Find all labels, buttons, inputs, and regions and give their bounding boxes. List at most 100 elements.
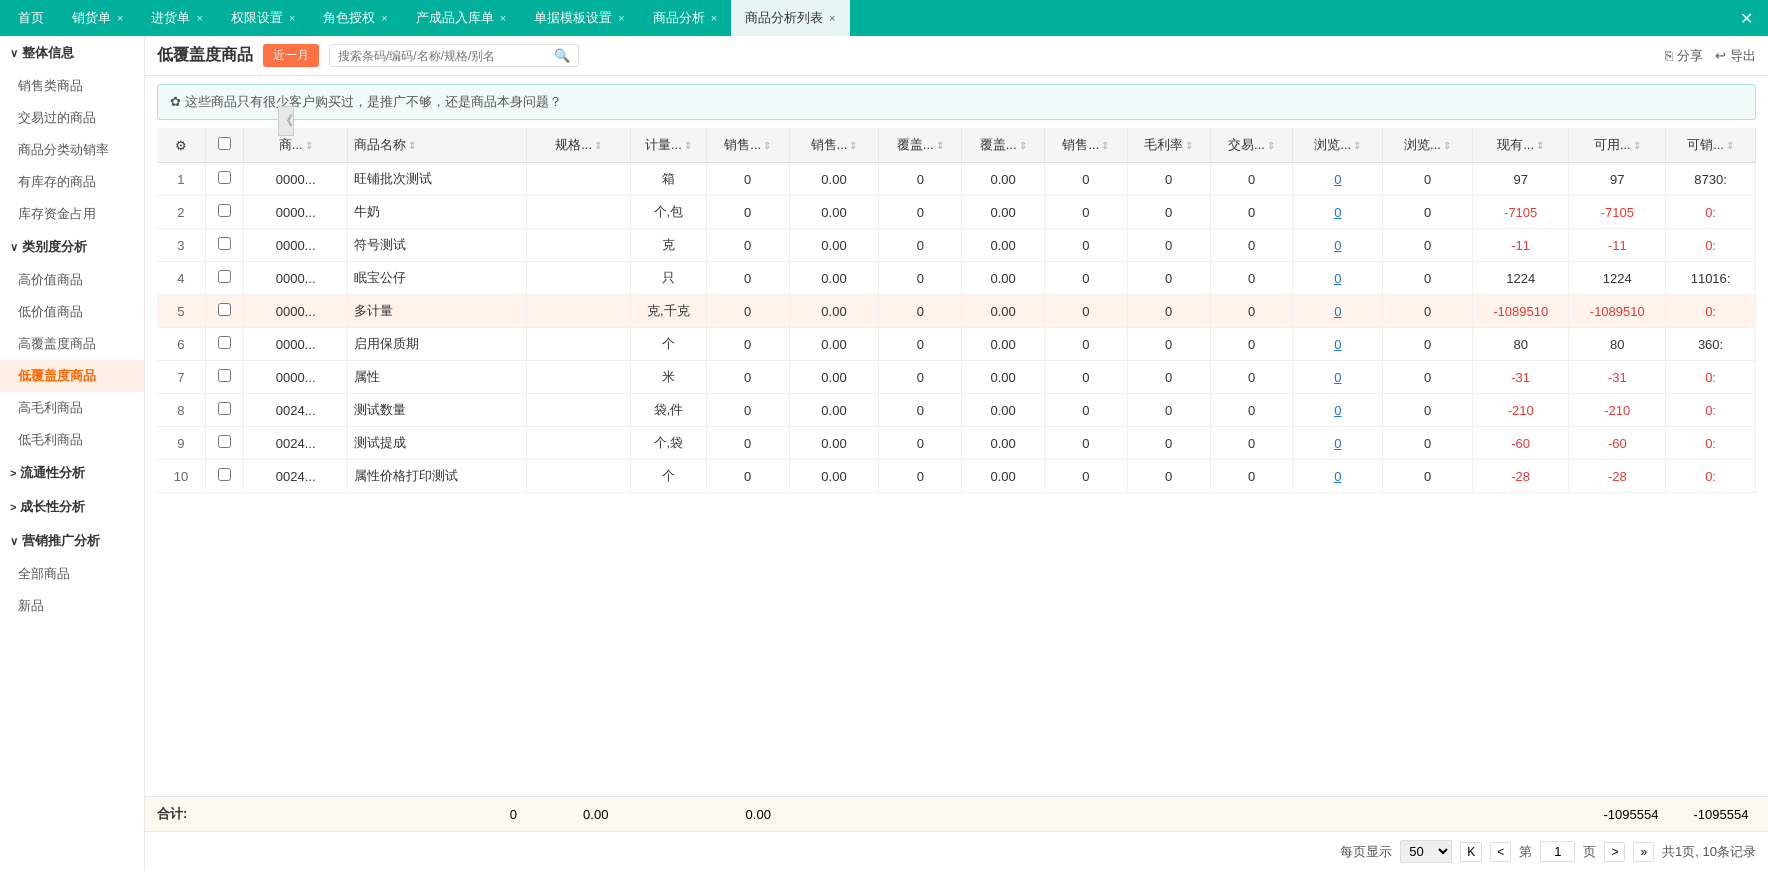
row-browse1[interactable]: 0 — [1293, 196, 1383, 229]
nav-purchase-order[interactable]: 进货单 × — [137, 0, 216, 36]
row-checkbox[interactable] — [205, 328, 244, 361]
sidebar-item-high-value[interactable]: 高价值商品 — [0, 264, 144, 296]
row-browse1[interactable]: 0 — [1293, 229, 1383, 262]
nav-close-template-settings[interactable]: × — [618, 12, 624, 24]
nav-template-settings[interactable]: 单据模板设置 × — [520, 0, 638, 36]
page-label-after: 页 — [1583, 843, 1596, 861]
col-name-header[interactable]: 商品名称⇕ — [347, 128, 526, 163]
sidebar-item-high-coverage[interactable]: 高覆盖度商品 — [0, 328, 144, 360]
sidebar-item-all-goods[interactable]: 全部商品 — [0, 558, 144, 590]
col-browse2-header[interactable]: 浏览...⇕ — [1383, 128, 1473, 163]
sidebar-item-low-coverage[interactable]: 低覆盖度商品 — [0, 360, 144, 392]
footer-stock1: -1095554 — [1596, 807, 1666, 822]
page-number-input[interactable] — [1540, 841, 1575, 862]
row-checkbox[interactable] — [205, 460, 244, 493]
sidebar-item-low-margin[interactable]: 低毛利商品 — [0, 424, 144, 456]
col-sales-day-header[interactable]: 销售...⇕ — [1044, 128, 1127, 163]
nav-product-analysis-list[interactable]: 商品分析列表 × — [731, 0, 849, 36]
per-page-select[interactable]: 50 10 20 100 — [1400, 840, 1452, 863]
select-all-checkbox[interactable] — [218, 137, 231, 150]
col-stock1-header[interactable]: 现有...⇕ — [1472, 128, 1569, 163]
row-browse1[interactable]: 0 — [1293, 262, 1383, 295]
row-gross-margin: 0 — [1127, 361, 1210, 394]
col-trade-header[interactable]: 交易...⇕ — [1210, 128, 1293, 163]
row-checkbox[interactable] — [205, 427, 244, 460]
row-browse1[interactable]: 0 — [1293, 163, 1383, 196]
col-settings[interactable]: ⚙ — [157, 128, 205, 163]
sidebar-section-marketing[interactable]: ∨ 营销推广分析 — [0, 524, 144, 558]
nav-close-product-analysis-list[interactable]: × — [829, 12, 835, 24]
row-sales-day: 0 — [1044, 427, 1127, 460]
col-cov-cust-header[interactable]: 覆盖...⇕ — [879, 128, 962, 163]
row-sales-day: 0 — [1044, 460, 1127, 493]
search-input[interactable] — [338, 49, 554, 63]
row-checkbox[interactable] — [205, 295, 244, 328]
row-browse2: 0 — [1383, 427, 1473, 460]
row-checkbox[interactable] — [205, 262, 244, 295]
col-gross-header[interactable]: 毛利率⇕ — [1127, 128, 1210, 163]
sidebar-item-inventory-fund[interactable]: 库存资金占用 — [0, 198, 144, 230]
sidebar-section-category[interactable]: ∨ 类别度分析 — [0, 230, 144, 264]
col-avail-header[interactable]: 可用...⇕ — [1569, 128, 1666, 163]
per-page-label: 每页显示 — [1340, 843, 1392, 861]
nav-close-purchase-order[interactable]: × — [196, 12, 202, 24]
row-gross-margin: 0 — [1127, 295, 1210, 328]
nav-close-product-analysis[interactable]: × — [711, 12, 717, 24]
row-browse1[interactable]: 0 — [1293, 394, 1383, 427]
col-browse1-header[interactable]: 浏览...⇕ — [1293, 128, 1383, 163]
row-browse1[interactable]: 0 — [1293, 361, 1383, 394]
row-browse1[interactable]: 0 — [1293, 295, 1383, 328]
row-checkbox[interactable] — [205, 361, 244, 394]
row-checkbox[interactable] — [205, 196, 244, 229]
sidebar-item-stocked-goods[interactable]: 有库存的商品 — [0, 166, 144, 198]
row-browse1[interactable]: 0 — [1293, 328, 1383, 361]
nav-close-product-storage[interactable]: × — [500, 12, 506, 24]
time-filter-button[interactable]: 近一月 — [263, 44, 319, 67]
last-page-button[interactable]: » — [1633, 842, 1654, 862]
col-cov-rate-header[interactable]: 覆盖...⇕ — [962, 128, 1045, 163]
nav-product-analysis[interactable]: 商品分析 × — [639, 0, 731, 36]
row-name: 测试数量 — [347, 394, 526, 427]
sidebar-section-overall[interactable]: ∨ 整体信息 — [0, 36, 144, 70]
sidebar-item-traded-goods[interactable]: 交易过的商品 — [0, 102, 144, 134]
row-browse1[interactable]: 0 — [1293, 427, 1383, 460]
next-page-button[interactable]: > — [1604, 842, 1625, 862]
share-button[interactable]: ⎘ 分享 — [1665, 47, 1703, 65]
row-browse1[interactable]: 0 — [1293, 460, 1383, 493]
sidebar-item-sales-goods[interactable]: 销售类商品 — [0, 70, 144, 102]
col-sellable-header[interactable]: 可销...⇕ — [1666, 128, 1756, 163]
nav-home[interactable]: 首页 — [4, 0, 58, 36]
row-avail: -210 — [1569, 394, 1666, 427]
sidebar-item-category-rate[interactable]: 商品分类动销率 — [0, 134, 144, 166]
sidebar-section-growth[interactable]: > 成长性分析 — [0, 490, 144, 524]
col-id-header[interactable]: 商...⇕ — [244, 128, 348, 163]
col-sales-amt-header[interactable]: 销售...⇕ — [789, 128, 879, 163]
nav-close-permissions[interactable]: × — [289, 12, 295, 24]
row-checkbox[interactable] — [205, 394, 244, 427]
nav-permissions[interactable]: 权限设置 × — [217, 0, 309, 36]
row-spec — [527, 328, 631, 361]
nav-role-auth[interactable]: 角色授权 × — [309, 0, 401, 36]
col-checkbox-all[interactable] — [205, 128, 244, 163]
sidebar-item-high-margin[interactable]: 高毛利商品 — [0, 392, 144, 424]
footer-total-label: 合计: — [157, 805, 187, 823]
first-page-button[interactable]: K — [1460, 842, 1482, 862]
prev-page-button[interactable]: < — [1490, 842, 1511, 862]
sidebar-section-liquidity[interactable]: > 流通性分析 — [0, 456, 144, 490]
col-unit-header[interactable]: 计量...⇕ — [630, 128, 706, 163]
sidebar-collapse-button[interactable]: 《 — [278, 106, 294, 136]
window-close-button[interactable]: ✕ — [1728, 0, 1764, 36]
nav-close-role-auth[interactable]: × — [381, 12, 387, 24]
nav-close-sales-order[interactable]: × — [117, 12, 123, 24]
sidebar-item-low-value[interactable]: 低价值商品 — [0, 296, 144, 328]
sidebar-item-new-goods[interactable]: 新品 — [0, 590, 144, 622]
row-stock1: 80 — [1472, 328, 1569, 361]
row-cov-cust: 0 — [879, 361, 962, 394]
nav-sales-order[interactable]: 销货单 × — [58, 0, 137, 36]
nav-product-storage[interactable]: 产成品入库单 × — [402, 0, 520, 36]
row-checkbox[interactable] — [205, 229, 244, 262]
row-checkbox[interactable] — [205, 163, 244, 196]
export-button[interactable]: ↩ 导出 — [1715, 47, 1756, 65]
col-sales-qty-header[interactable]: 销售...⇕ — [706, 128, 789, 163]
col-spec-header[interactable]: 规格...⇕ — [527, 128, 631, 163]
